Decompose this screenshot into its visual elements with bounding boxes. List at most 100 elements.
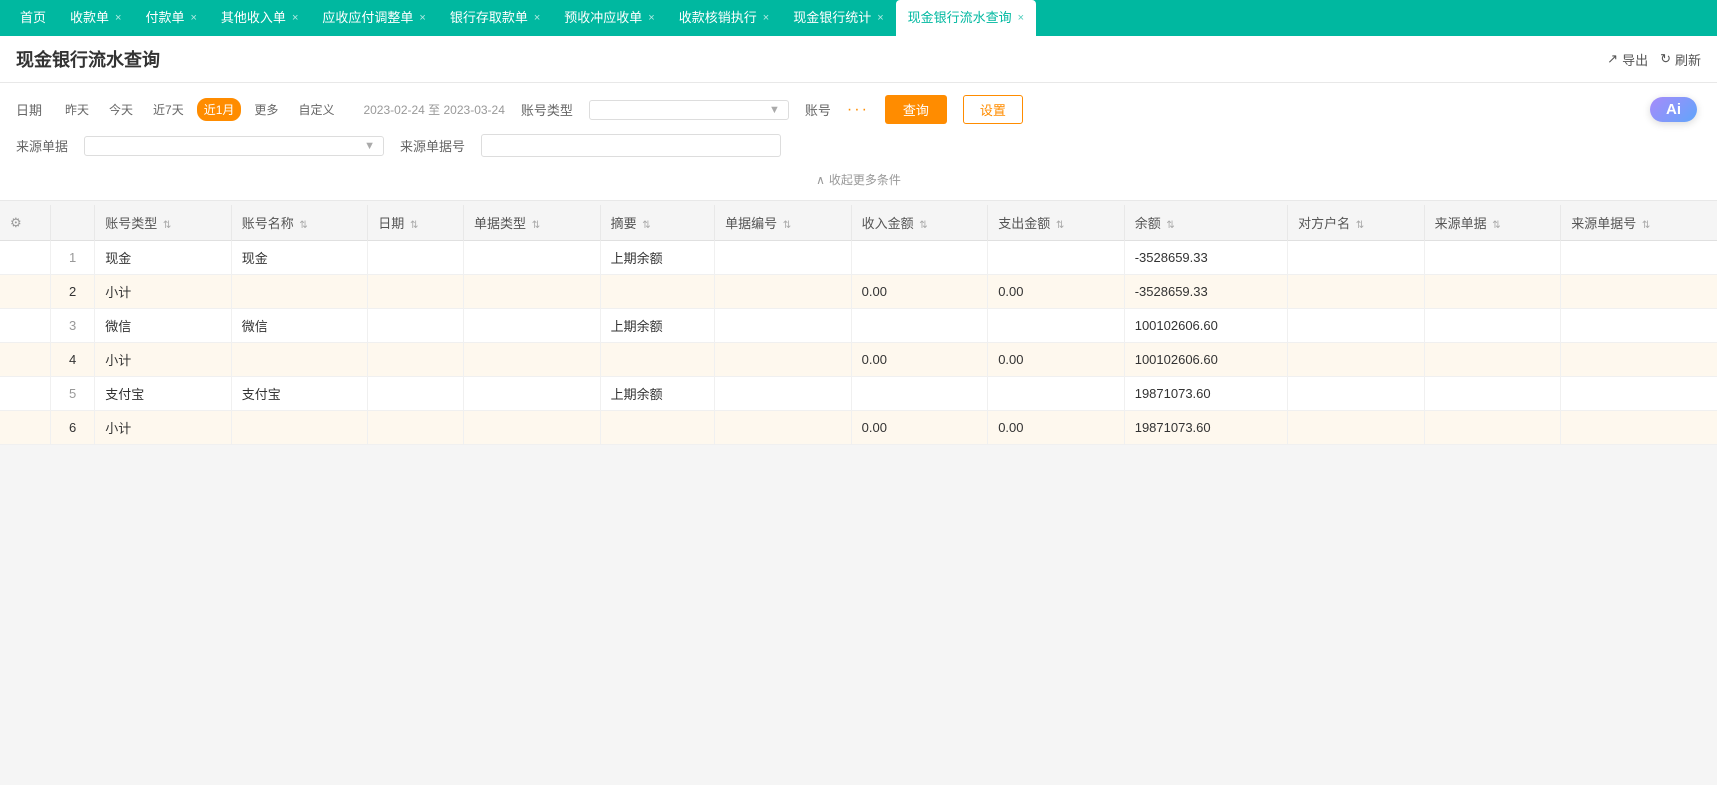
date-shortcuts: 昨天 今天 近7天 近1月 更多 自定义 — [58, 98, 341, 121]
nav-flow-query[interactable]: 现金银行流水查询 × — [896, 0, 1036, 36]
cell-doc_num — [715, 241, 852, 275]
collapse-label: 收起更多条件 — [829, 171, 901, 188]
cell-source_doc_num — [1561, 377, 1717, 411]
sort-income-icon[interactable]: ⇅ — [919, 220, 927, 231]
cell-gear — [0, 309, 50, 343]
cell-doc_num — [715, 275, 852, 309]
sort-doc-type-icon[interactable]: ⇅ — [532, 220, 540, 231]
query-button[interactable]: 查询 — [885, 95, 947, 124]
page-title: 现金银行流水查询 — [16, 46, 160, 72]
table-container: ⚙ 账号类型 ⇅ 账号名称 ⇅ 日期 ⇅ 单据类型 ⇅ — [0, 205, 1717, 445]
source-doc-label: 来源单据 — [16, 136, 68, 155]
source-doc-select[interactable]: ▼ — [84, 136, 384, 156]
cell-doc_type — [464, 275, 601, 309]
export-button[interactable]: ↗ 导出 — [1607, 50, 1648, 69]
nav-close-payment[interactable]: × — [190, 0, 196, 36]
header-actions: ↗ 导出 ↻ 刷新 — [1607, 50, 1701, 69]
nav-payment[interactable]: 付款单 × — [133, 0, 208, 36]
nav-verification[interactable]: 收款核销执行 × — [667, 0, 781, 36]
nav-other-income[interactable]: 其他收入单 × — [209, 0, 310, 36]
table-row: 1现金现金上期余额-3528659.33 — [0, 241, 1717, 275]
cell-gear — [0, 275, 50, 309]
refresh-button[interactable]: ↻ 刷新 — [1660, 50, 1701, 69]
source-doc-num-label: 来源单据号 — [400, 136, 465, 155]
cell-expense: 0.00 — [988, 275, 1125, 309]
date-btn-yesterday[interactable]: 昨天 — [58, 98, 96, 121]
nav-close-verification[interactable]: × — [763, 0, 769, 36]
sort-expense-icon[interactable]: ⇅ — [1056, 220, 1064, 231]
cell-balance: 19871073.60 — [1124, 377, 1287, 411]
ai-button[interactable]: Ai — [1650, 97, 1697, 122]
cell-counterparty — [1288, 309, 1425, 343]
nav-close-flow-query[interactable]: × — [1018, 0, 1024, 36]
table-header-row: ⚙ 账号类型 ⇅ 账号名称 ⇅ 日期 ⇅ 单据类型 ⇅ — [0, 205, 1717, 241]
collapse-bar[interactable]: ∧ 收起更多条件 — [16, 167, 1701, 192]
cell-num: 2 — [50, 275, 94, 309]
nav-adjustment[interactable]: 应收应付调整单 × — [310, 0, 437, 36]
cell-num: 6 — [50, 411, 94, 445]
sort-balance-icon[interactable]: ⇅ — [1166, 220, 1174, 231]
account-type-select[interactable]: ▼ — [589, 100, 789, 120]
cell-summary — [600, 343, 715, 377]
col-date: 日期 ⇅ — [368, 205, 464, 241]
sort-source-doc-icon[interactable]: ⇅ — [1492, 220, 1500, 231]
cell-expense — [988, 377, 1125, 411]
cell-num: 3 — [50, 309, 94, 343]
date-btn-custom[interactable]: 自定义 — [291, 98, 341, 121]
cell-account_name: 微信 — [231, 309, 368, 343]
nav-prepaid[interactable]: 预收冲应收单 × — [552, 0, 666, 36]
sort-account-name-icon[interactable]: ⇅ — [299, 220, 307, 231]
cell-source_doc_num — [1561, 411, 1717, 445]
page-header: 现金银行流水查询 ↗ 导出 ↻ 刷新 — [0, 36, 1717, 83]
sort-account-type-icon[interactable]: ⇅ — [163, 220, 171, 231]
cell-source_doc_num — [1561, 309, 1717, 343]
nav-home[interactable]: 首页 — [8, 0, 58, 36]
date-btn-7days[interactable]: 近7天 — [146, 98, 191, 121]
nav-bank-deposit[interactable]: 银行存取款单 × — [438, 0, 552, 36]
nav-close-receipt[interactable]: × — [115, 0, 121, 36]
cell-doc_num — [715, 377, 852, 411]
nav-bank-stats[interactable]: 现金银行统计 × — [781, 0, 895, 36]
nav-receipt[interactable]: 收款单 × — [58, 0, 133, 36]
cell-source_doc_num — [1561, 241, 1717, 275]
date-btn-1month[interactable]: 近1月 — [197, 98, 242, 121]
nav-close-bank-deposit[interactable]: × — [534, 0, 540, 36]
sort-counterparty-icon[interactable]: ⇅ — [1356, 220, 1364, 231]
sort-date-icon[interactable]: ⇅ — [410, 220, 418, 231]
date-btn-today[interactable]: 今天 — [102, 98, 140, 121]
settings-button[interactable]: 设置 — [963, 95, 1023, 124]
sort-summary-icon[interactable]: ⇅ — [642, 220, 650, 231]
cell-date — [368, 411, 464, 445]
cell-doc_type — [464, 343, 601, 377]
cell-counterparty — [1288, 343, 1425, 377]
nav-close-bank-stats[interactable]: × — [877, 0, 883, 36]
nav-close-adjustment[interactable]: × — [419, 0, 425, 36]
nav-close-other-income[interactable]: × — [292, 0, 298, 36]
cell-balance: -3528659.33 — [1124, 275, 1287, 309]
cell-income: 0.00 — [851, 275, 988, 309]
source-doc-chevron-icon: ▼ — [364, 140, 375, 152]
sort-doc-num-icon[interactable]: ⇅ — [783, 220, 791, 231]
cell-income — [851, 309, 988, 343]
cell-source_doc — [1424, 377, 1561, 411]
cell-balance: 100102606.60 — [1124, 309, 1287, 343]
filter-row-date: 日期 昨天 今天 近7天 近1月 更多 自定义 2023-02-24 至 202… — [16, 95, 1701, 124]
data-table: ⚙ 账号类型 ⇅ 账号名称 ⇅ 日期 ⇅ 单据类型 ⇅ — [0, 205, 1717, 445]
account-ellipsis-button[interactable]: ··· — [847, 101, 869, 119]
date-btn-more[interactable]: 更多 — [247, 98, 285, 121]
refresh-icon: ↻ — [1660, 51, 1671, 67]
cell-account_type: 微信 — [95, 309, 232, 343]
cell-date — [368, 241, 464, 275]
col-source-doc-num: 来源单据号 ⇅ — [1561, 205, 1717, 241]
cell-income: 0.00 — [851, 411, 988, 445]
cell-num: 5 — [50, 377, 94, 411]
gear-icon[interactable]: ⚙ — [10, 215, 22, 230]
cell-balance: -3528659.33 — [1124, 241, 1287, 275]
col-doc-num: 单据编号 ⇅ — [715, 205, 852, 241]
col-summary: 摘要 ⇅ — [600, 205, 715, 241]
col-gear: ⚙ — [0, 205, 50, 241]
nav-close-prepaid[interactable]: × — [648, 0, 654, 36]
source-doc-num-input[interactable] — [481, 134, 781, 157]
cell-doc_type — [464, 241, 601, 275]
sort-source-doc-num-icon[interactable]: ⇅ — [1642, 220, 1650, 231]
